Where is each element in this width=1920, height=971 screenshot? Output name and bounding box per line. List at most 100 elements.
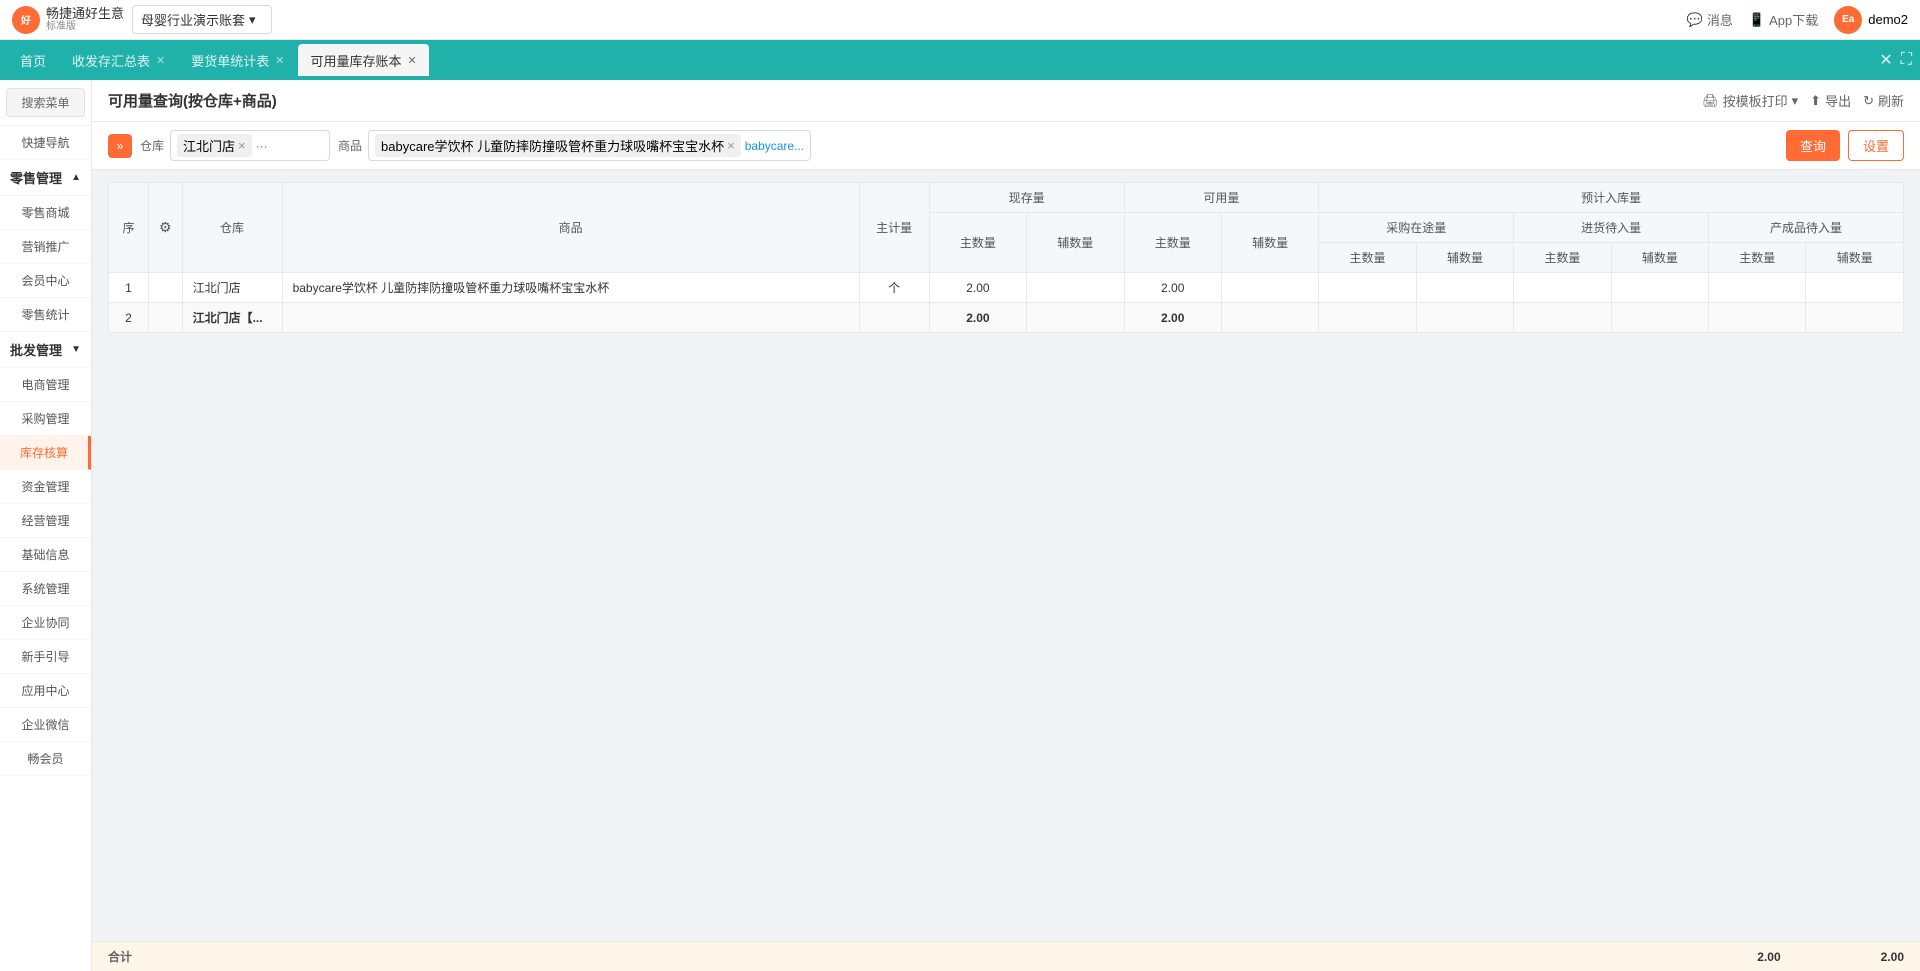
incoming-main-header: 主数量 — [1514, 243, 1611, 273]
tab-fullscreen-btn[interactable]: ⛶ — [1901, 51, 1912, 69]
sidebar-item-retail-shop[interactable]: 零售商城 — [0, 196, 91, 230]
sidebar-item-vip[interactable]: 畅会员 — [0, 742, 91, 776]
message-icon: 💬 — [1687, 12, 1703, 28]
page-title: 可用量查询(按仓库+商品) — [108, 90, 277, 111]
row1-warehouse: 江北门店 — [182, 273, 282, 303]
print-btn[interactable]: 🖨 按模板打印 ▾ — [1702, 91, 1798, 110]
export-icon: ⬆ — [1810, 93, 1821, 109]
tab-stock[interactable]: 可用量库存账本 ✕ — [298, 44, 428, 76]
warehouse-tag-container[interactable]: 江北门店 × ··· — [170, 130, 330, 161]
row1-current-aux — [1027, 273, 1124, 303]
tab-order-close[interactable]: ✕ — [275, 54, 284, 67]
top-bar: 好 畅捷通好生意 标准版 母婴行业演示账套 ▾ 💬 消息 📱 App下载 Ea … — [0, 0, 1920, 40]
filter-expand-btn[interactable]: » — [108, 134, 132, 158]
app-download-btn[interactable]: 📱 App下载 — [1749, 10, 1818, 29]
sidebar-item-basics[interactable]: 基础信息 — [0, 538, 91, 572]
sidebar-item-enterprise[interactable]: 企业协同 — [0, 606, 91, 640]
row2-current-main: 2.00 — [929, 303, 1026, 333]
sidebar-item-guide[interactable]: 新手引导 — [0, 640, 91, 674]
content-area: 可用量查询(按仓库+商品) 🖨 按模板打印 ▾ ⬆ 导出 ↻ 刷新 » — [92, 80, 1920, 971]
search-menu-btn[interactable]: 搜索菜单 — [6, 88, 85, 117]
main-layout: 搜索菜单 快捷导航 零售管理 ▲ 零售商城 营销推广 会员中心 零售统计 批发管… — [0, 80, 1920, 971]
search-btn[interactable]: 查询 — [1786, 130, 1840, 161]
refresh-icon: ↻ — [1863, 93, 1874, 109]
row1-current-main: 2.00 — [929, 273, 1026, 303]
col-gear-header[interactable]: ⚙ — [149, 183, 183, 273]
sidebar-item-finance[interactable]: 资金管理 — [0, 470, 91, 504]
col-product-header: 商品 — [282, 183, 859, 273]
industry-select[interactable]: 母婴行业演示账套 ▾ — [132, 5, 272, 34]
filter-actions: 查询 设置 — [1786, 130, 1904, 161]
app-logo-text: 畅捷通好生意 标准版 — [46, 6, 124, 34]
sidebar-item-stock-mgmt[interactable]: 库存核算 — [0, 436, 91, 470]
sidebar-item-purchase[interactable]: 采购管理 — [0, 402, 91, 436]
sidebar-item-system[interactable]: 系统管理 — [0, 572, 91, 606]
row1-no: 1 — [109, 273, 149, 303]
sidebar-item-app-center[interactable]: 应用中心 — [0, 674, 91, 708]
tab-receive[interactable]: 收发存汇总表 ✕ — [60, 44, 177, 76]
group-expected-header: 预计入库量 — [1319, 183, 1904, 213]
row2-warehouse: 江北门店【... — [182, 303, 282, 333]
sidebar-item-ecommerce[interactable]: 电商管理 — [0, 368, 91, 402]
refresh-btn[interactable]: ↻ 刷新 — [1863, 91, 1904, 110]
warehouse-label: 仓库 — [140, 137, 164, 154]
purchase-main-header: 主数量 — [1319, 243, 1416, 273]
tab-bar: 首页 收发存汇总表 ✕ 要货单统计表 ✕ 可用量库存账本 ✕ ✕ ⛶ — [0, 40, 1920, 80]
page-header-actions: 🖨 按模板打印 ▾ ⬆ 导出 ↻ 刷新 — [1702, 91, 1904, 110]
export-btn[interactable]: ⬆ 导出 — [1810, 91, 1851, 110]
row1-purchase-aux — [1416, 273, 1513, 303]
user-avatar-area[interactable]: Ea demo2 — [1834, 6, 1908, 34]
tab-close-all-btn[interactable]: ✕ — [1879, 50, 1892, 70]
row1-unit: 个 — [859, 273, 929, 303]
group-incoming-header: 进货待入量 — [1514, 213, 1709, 243]
tab-order[interactable]: 要货单统计表 ✕ — [179, 44, 296, 76]
sidebar-item-retail-stats[interactable]: 零售统计 — [0, 298, 91, 332]
row1-incoming-main — [1514, 273, 1611, 303]
product-more[interactable]: babycare... — [745, 139, 804, 153]
row2-gear[interactable] — [149, 303, 183, 333]
user-name: demo2 — [1868, 12, 1908, 27]
sidebar-item-wholesale[interactable]: 批发管理 ▼ — [0, 332, 91, 368]
sidebar: 搜索菜单 快捷导航 零售管理 ▲ 零售商城 营销推广 会员中心 零售统计 批发管… — [0, 80, 92, 971]
warehouse-more[interactable]: ··· — [256, 139, 268, 153]
top-bar-left: 好 畅捷通好生意 标准版 母婴行业演示账套 ▾ — [12, 5, 272, 34]
available-aux-header: 辅数量 — [1221, 213, 1318, 273]
footer-current-main: 2.00 — [1757, 950, 1780, 964]
product-tag-close[interactable]: × — [727, 138, 735, 153]
sidebar-search-area: 搜索菜单 — [0, 80, 91, 126]
sidebar-item-quick-nav[interactable]: 快捷导航 — [0, 126, 91, 160]
row2-no: 2 — [109, 303, 149, 333]
footer-bar: 合计 2.00 2.00 — [92, 941, 1920, 971]
product-tag-container[interactable]: babycare学饮杯 儿童防摔防撞吸管杯重力球吸嘴杯宝宝水杯 × babyca… — [368, 130, 811, 161]
filter-bar: » 仓库 江北门店 × ··· 商品 babycare学饮杯 儿童防摔防撞吸管杯… — [92, 122, 1920, 170]
row1-gear[interactable] — [149, 273, 183, 303]
group-current-header: 现存量 — [929, 183, 1124, 213]
tab-home[interactable]: 首页 — [8, 44, 58, 76]
row2-available-main: 2.00 — [1124, 303, 1221, 333]
group-production-header: 产成品待入量 — [1709, 213, 1904, 243]
available-main-header: 主数量 — [1124, 213, 1221, 273]
avatar: Ea — [1834, 6, 1862, 34]
chevron-down-icon: ▾ — [1792, 93, 1799, 109]
settings-btn[interactable]: 设置 — [1848, 130, 1904, 161]
purchase-aux-header: 辅数量 — [1416, 243, 1513, 273]
tab-stock-close[interactable]: ✕ — [408, 54, 417, 67]
sidebar-item-marketing[interactable]: 营销推广 — [0, 230, 91, 264]
group-purchase-header: 采购在途量 — [1319, 213, 1514, 243]
sidebar-item-retail[interactable]: 零售管理 ▲ — [0, 160, 91, 196]
sidebar-item-member[interactable]: 会员中心 — [0, 264, 91, 298]
row2-purchase-main — [1319, 303, 1416, 333]
sidebar-item-wechat[interactable]: 企业微信 — [0, 708, 91, 742]
warehouse-tag-close[interactable]: × — [238, 138, 246, 153]
gear-icon[interactable]: ⚙ — [159, 219, 172, 236]
row1-incoming-aux — [1611, 273, 1708, 303]
sidebar-item-operations[interactable]: 经营管理 — [0, 504, 91, 538]
table-area: 序 ⚙ 仓库 商品 主计量 现存量 可用量 预计入库量 主数量 辅数量 — [92, 170, 1920, 941]
message-btn[interactable]: 💬 消息 — [1687, 10, 1733, 29]
row1-production-aux — [1806, 273, 1904, 303]
product-label: 商品 — [338, 137, 362, 154]
row2-production-aux — [1806, 303, 1904, 333]
tab-receive-close[interactable]: ✕ — [156, 54, 165, 67]
download-icon: 📱 — [1749, 12, 1765, 28]
product-filter-field: 商品 babycare学饮杯 儿童防摔防撞吸管杯重力球吸嘴杯宝宝水杯 × bab… — [338, 130, 811, 161]
